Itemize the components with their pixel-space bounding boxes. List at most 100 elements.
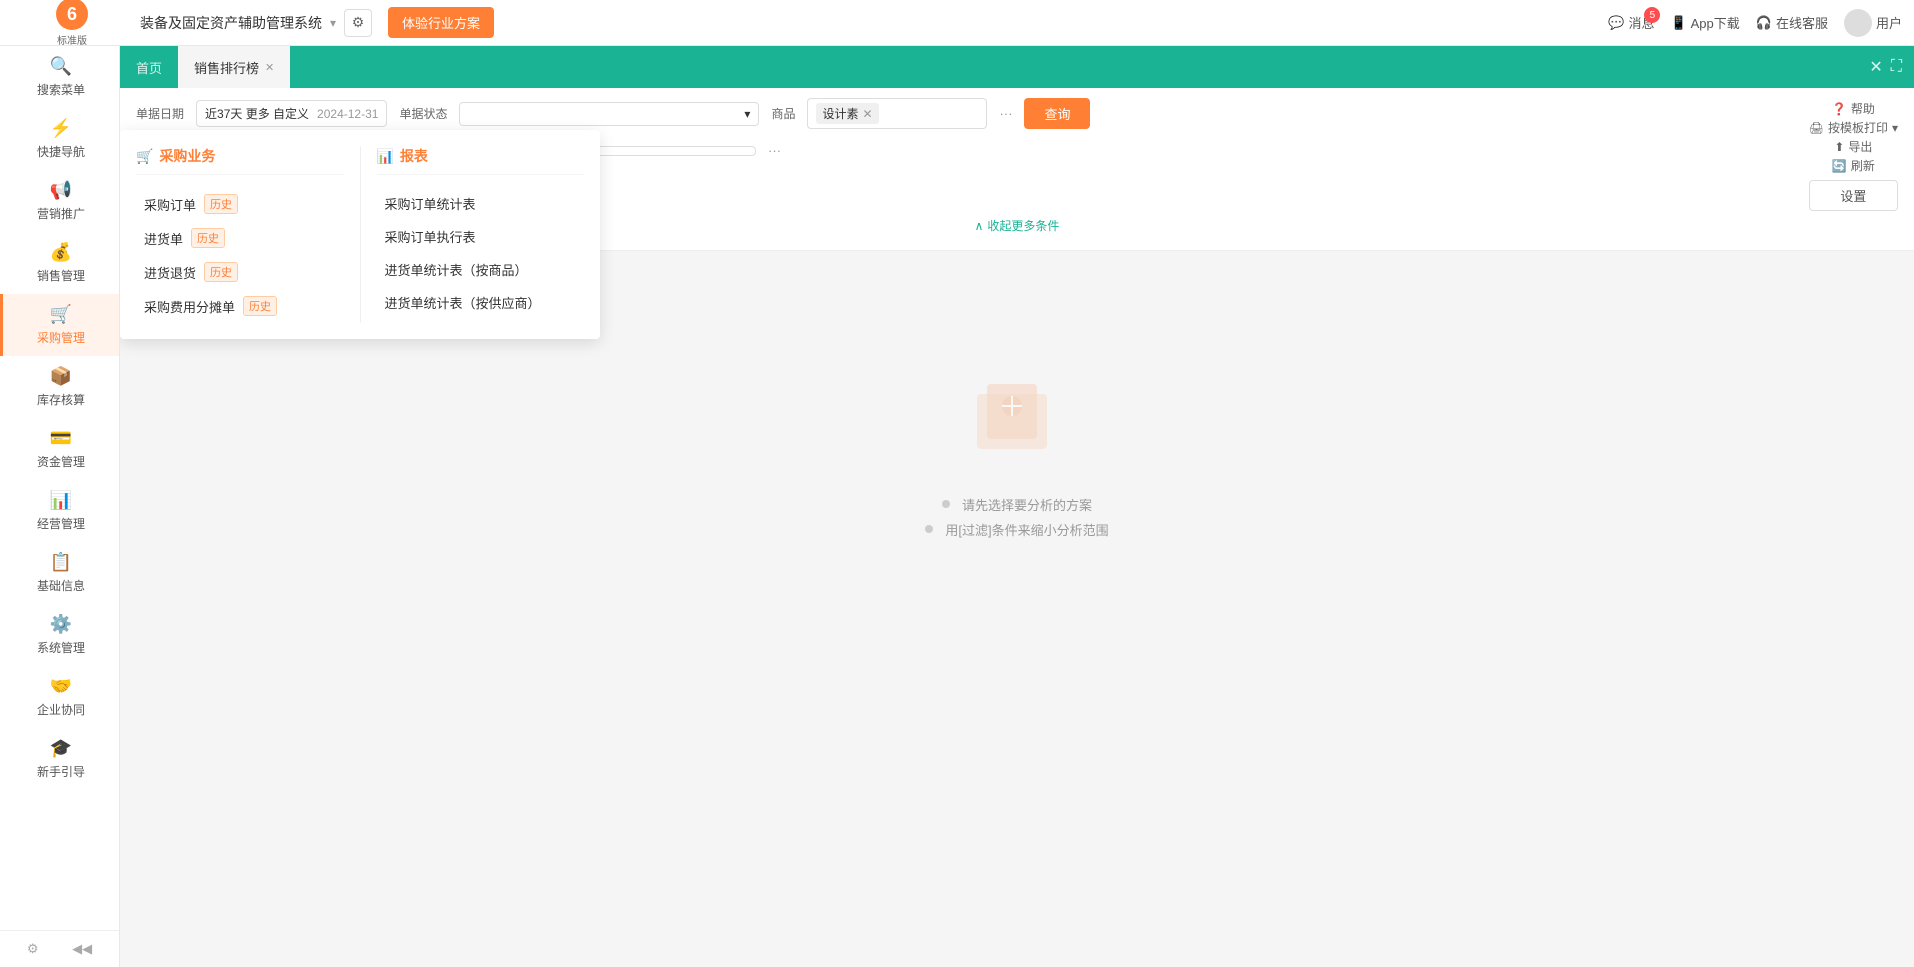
export-button[interactable]: ⬆ 导出 (1834, 138, 1872, 155)
sidebar-item-purchase[interactable]: 🛒 采购管理 (0, 294, 119, 356)
sidebar-label-marketing: 营销推广 (37, 205, 85, 222)
industry-button[interactable]: 体验行业方案 (388, 7, 494, 38)
sidebar-item-marketing[interactable]: 📢 营销推广 (0, 170, 119, 232)
badge-history-0: 历史 (204, 194, 238, 214)
system-icon: ⚙️ (50, 614, 72, 635)
status-input[interactable]: ▾ (459, 102, 759, 126)
main-content: 首页 销售排行榜 ✕ ✕ ⛶ 单据日期 (120, 46, 1914, 967)
sidebar-item-sales[interactable]: 💰 销售管理 (0, 232, 119, 294)
print-icon: 🖨 (1809, 121, 1824, 135)
empty-illustration (957, 364, 1077, 483)
empty-hint-1: 请先选择要分析的方案 (942, 495, 1092, 514)
sidebar-item-enterprise[interactable]: 🤝 企业协同 (0, 666, 119, 728)
goods-tag-close[interactable]: ✕ (862, 107, 872, 121)
dot-2 (925, 525, 933, 533)
headset-icon: 🎧 (1756, 15, 1772, 31)
menu-item-purchase-order[interactable]: 采购订单 历史 (136, 187, 344, 221)
message-badge: 5 (1644, 7, 1660, 23)
system-name: 装备及固定资产辅助管理系统 ▾ ⚙ 体验行业方案 (140, 7, 1608, 38)
tab-bar: 首页 销售排行榜 ✕ ✕ ⛶ (120, 46, 1914, 88)
refresh-button[interactable]: 🔄 刷新 (1832, 157, 1875, 174)
goods-input[interactable]: 设计素 ✕ (807, 98, 987, 129)
sidebar-item-search[interactable]: 🔍 搜索菜单 (0, 46, 119, 108)
logo-area: 6 标准版 (12, 0, 132, 47)
purchase-menu-icon: 🛒 (136, 148, 153, 165)
menu-item-report-0[interactable]: 采购订单统计表 (377, 187, 585, 220)
date-input[interactable]: 近37天 更多 自定义 2024-12-31 (196, 100, 387, 127)
message-button[interactable]: 💬 消息 5 (1608, 13, 1654, 32)
purchase-icon: 🛒 (50, 304, 72, 325)
phone-icon: 📱 (1670, 15, 1686, 31)
menu-item-purchase-return[interactable]: 进货退货 历史 (136, 255, 344, 289)
badge-history-1: 历史 (191, 228, 225, 248)
sidebar-item-system[interactable]: ⚙️ 系统管理 (0, 604, 119, 666)
menu-item-purchase-in[interactable]: 进货单 历史 (136, 221, 344, 255)
sidebar-label-operations: 经营管理 (37, 515, 85, 532)
avatar (1844, 9, 1872, 37)
collapse-icon: ∧ (975, 219, 984, 233)
sidebar-label-capital: 资金管理 (37, 453, 85, 470)
salesman-dots[interactable]: ··· (768, 143, 781, 158)
tab-home-label: 首页 (136, 58, 162, 77)
system-name-text: 装备及固定资产辅助管理系统 (140, 13, 322, 33)
menu-item-report-2[interactable]: 进货单统计表（按商品） (377, 253, 585, 286)
status-label: 单据状态 (399, 105, 447, 122)
close-tab-icon[interactable]: ✕ (1869, 57, 1882, 77)
search-icon: 🔍 (50, 56, 72, 77)
collapse-sidebar-icon[interactable]: ◀◀ (72, 941, 92, 957)
sidebar-label-system: 系统管理 (37, 639, 85, 656)
operations-icon: 📊 (50, 490, 72, 511)
menu-item-purchase-cost[interactable]: 采购费用分摊单 历史 (136, 289, 344, 323)
date-end: 2024-12-31 (317, 107, 378, 121)
sidebar-label-sales: 销售管理 (37, 267, 85, 284)
app-download-button[interactable]: 📱 App下载 (1670, 13, 1739, 32)
help-icon: ❓ (1832, 102, 1847, 116)
print-arrow: ▾ (1892, 121, 1898, 135)
content-area: 单据日期 近37天 更多 自定义 2024-12-31 单据状态 ▾ 商品 (120, 88, 1914, 967)
enterprise-icon: 🤝 (50, 676, 72, 697)
sidebar-item-capital[interactable]: 💳 资金管理 (0, 418, 119, 480)
purchase-menu-column: 🛒 采购业务 采购订单 历史 进货单 历史 进货退货 历史 (120, 146, 360, 323)
badge-history-2: 历史 (204, 262, 238, 282)
logo-icon: 6 (56, 0, 88, 30)
help-label[interactable]: 帮助 (1851, 100, 1875, 117)
tab-bar-right: ✕ ⛶ (1869, 57, 1914, 77)
sidebar-item-inventory[interactable]: 📦 库存核算 (0, 356, 119, 418)
sidebar-item-basic[interactable]: 📋 基础信息 (0, 542, 119, 604)
logo-text: 标准版 (57, 32, 87, 47)
report-menu-title: 📊 报表 (377, 146, 585, 175)
tab-close-icon[interactable]: ✕ (265, 61, 274, 74)
dropdown-menu: 🛒 采购业务 采购订单 历史 进货单 历史 进货退货 历史 (120, 130, 600, 339)
sidebar-item-guide[interactable]: 🎓 新手引导 (0, 728, 119, 790)
online-service-button[interactable]: 🎧 在线客服 (1756, 13, 1828, 32)
date-label: 单据日期 (136, 105, 184, 122)
sidebar-label-basic: 基础信息 (37, 577, 85, 594)
sidebar-bottom: ⚙ ◀◀ (0, 930, 119, 967)
marketing-icon: 📢 (50, 180, 72, 201)
tab-sales-rank[interactable]: 销售排行榜 ✕ (178, 46, 290, 88)
user-button[interactable]: 用户 (1844, 9, 1902, 37)
guide-icon: 🎓 (50, 738, 72, 759)
tab-home[interactable]: 首页 (120, 46, 178, 88)
print-button[interactable]: 🖨 按模板打印 ▾ (1809, 119, 1898, 136)
collapse-button[interactable]: ∧ 收起更多条件 (975, 217, 1060, 234)
capital-icon: 💳 (50, 428, 72, 449)
gear-button[interactable]: ⚙ (344, 9, 372, 37)
menu-item-report-3[interactable]: 进货单统计表（按供应商） (377, 286, 585, 319)
dropdown-arrow-icon[interactable]: ▾ (330, 16, 336, 30)
dot-1 (942, 500, 950, 508)
status-dropdown-icon: ▾ (744, 107, 750, 121)
basic-icon: 📋 (50, 552, 72, 573)
query-button[interactable]: 查询 (1024, 98, 1090, 129)
sidebar-item-quick[interactable]: ⚡ 快捷导航 (0, 108, 119, 170)
settings-bottom-icon[interactable]: ⚙ (27, 941, 39, 957)
empty-hint-2: 用[过滤]条件来缩小分析范围 (925, 520, 1108, 539)
menu-item-report-1[interactable]: 采购订单执行表 (377, 220, 585, 253)
goods-dots[interactable]: ··· (999, 106, 1012, 121)
badge-history-3: 历史 (243, 296, 277, 316)
top-bar: 6 标准版 装备及固定资产辅助管理系统 ▾ ⚙ 体验行业方案 💬 消息 5 📱 … (0, 0, 1914, 46)
set-button[interactable]: 设置 (1809, 180, 1898, 211)
maximize-icon[interactable]: ⛶ (1891, 58, 1902, 76)
goods-label: 商品 (771, 105, 795, 122)
sidebar-item-operations[interactable]: 📊 经营管理 (0, 480, 119, 542)
